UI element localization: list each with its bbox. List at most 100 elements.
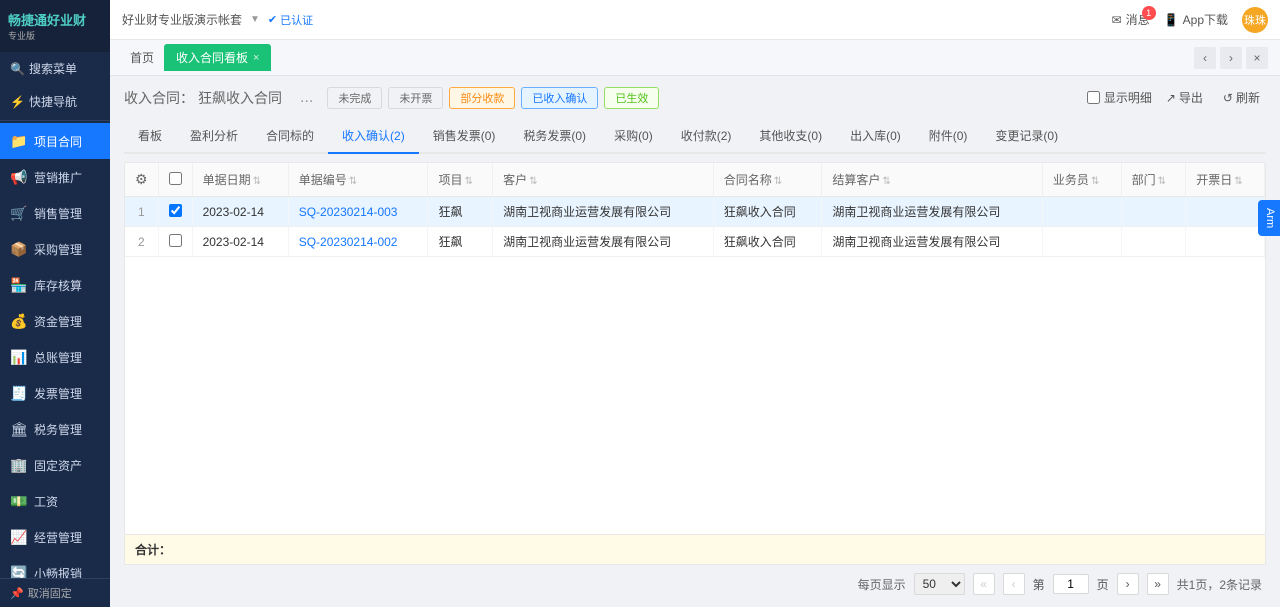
sub-tab-sales-invoice[interactable]: 销售发票(0) <box>419 119 510 154</box>
sub-tab-warehouse[interactable]: 出入库(0) <box>836 119 915 154</box>
user-avatar-action[interactable]: 珠珠 <box>1242 7 1268 33</box>
th-salesperson[interactable]: 业务员⇅ <box>1042 163 1121 197</box>
sub-tab-subject[interactable]: 合同标的 <box>252 119 328 154</box>
sidebar-bottom[interactable]: 📌 取消固定 <box>0 578 110 607</box>
status-tag-confirmed[interactable]: 已收入确认 <box>521 87 598 109</box>
sidebar-item-operations[interactable]: 📈 经营管理 <box>0 519 110 555</box>
th-checkbox[interactable] <box>158 163 192 197</box>
row-invoice-date <box>1186 197 1265 227</box>
row-dept <box>1121 227 1186 257</box>
tab-prev-btn[interactable]: ‹ <box>1194 47 1216 69</box>
th-invoice-date[interactable]: 开票日⇅ <box>1186 163 1265 197</box>
salary-icon: 💵 <box>10 492 28 510</box>
th-contract[interactable]: 合同名称⇅ <box>713 163 822 197</box>
sub-tab-payment[interactable]: 收付款(2) <box>667 119 746 154</box>
th-customer[interactable]: 客户⇅ <box>493 163 714 197</box>
row-order-no[interactable]: SQ-20230214-003 <box>288 197 428 227</box>
sort-sales-icon: ⇅ <box>1091 176 1099 187</box>
sub-tab-attachment[interactable]: 附件(0) <box>915 119 982 154</box>
status-tag-incomplete[interactable]: 未完成 <box>327 87 382 109</box>
per-page-select[interactable]: 50 100 200 <box>914 573 965 595</box>
sidebar-item-assets[interactable]: 🏢 固定资产 <box>0 447 110 483</box>
sub-tab-changes[interactable]: 变更记录(0) <box>981 119 1072 154</box>
sidebar-item-finance[interactable]: 💰 资金管理 <box>0 303 110 339</box>
row-num: 1 <box>125 197 158 227</box>
sub-tab-purchase[interactable]: 采购(0) <box>600 119 667 154</box>
status-tag-uninvoiced[interactable]: 未开票 <box>388 87 443 109</box>
sidebar-item-ledger[interactable]: 📊 总账管理 <box>0 339 110 375</box>
th-settings[interactable]: ⚙ <box>125 163 158 197</box>
th-settle-customer[interactable]: 结算客户⇅ <box>822 163 1043 197</box>
tab-home[interactable]: 首页 <box>122 45 162 70</box>
sidebar-item-salary[interactable]: 💵 工资 <box>0 483 110 519</box>
next-page-btn[interactable]: › <box>1117 573 1139 595</box>
sidebar-search[interactable]: 🔍 搜索菜单 <box>0 52 110 85</box>
sidebar-item-label: 资金管理 <box>34 313 82 330</box>
table-row[interactable]: 1 2023-02-14 SQ-20230214-003 狂飙 湖南卫视商业运营… <box>125 197 1265 227</box>
sidebar-item-invoice[interactable]: 🧾 发票管理 <box>0 375 110 411</box>
th-dept[interactable]: 部门⇅ <box>1121 163 1186 197</box>
row-checkbox[interactable] <box>169 234 182 247</box>
th-order-no[interactable]: 单据编号⇅ <box>288 163 428 197</box>
table-row[interactable]: 2 2023-02-14 SQ-20230214-002 狂飙 湖南卫视商业运营… <box>125 227 1265 257</box>
sort-contract-icon: ⇅ <box>774 176 782 187</box>
last-page-btn[interactable]: » <box>1147 573 1169 595</box>
row-salesperson <box>1042 197 1121 227</box>
order-link[interactable]: SQ-20230214-003 <box>299 205 398 219</box>
sidebar-item-sales[interactable]: 🛒 销售管理 <box>0 195 110 231</box>
tab-next-btn[interactable]: › <box>1220 47 1242 69</box>
sidebar: 畅捷通好业财 专业版 🔍 搜索菜单 ⚡ 快捷导航 📁 项目合同 📢 营销推广 🛒… <box>0 0 110 607</box>
row-order-no[interactable]: SQ-20230214-002 <box>288 227 428 257</box>
sidebar-item-purchase[interactable]: 📦 采购管理 <box>0 231 110 267</box>
more-button[interactable]: ... <box>294 89 319 107</box>
row-checkbox-cell[interactable] <box>158 197 192 227</box>
tab-close-icon[interactable]: × <box>253 52 259 64</box>
sidebar-item-expense[interactable]: 🔄 小畅报销 <box>0 555 110 578</box>
show-detail-checkbox[interactable]: 显示明细 <box>1087 89 1152 106</box>
right-float-button[interactable]: Arm <box>1258 200 1280 236</box>
th-project[interactable]: 项目⇅ <box>428 163 493 197</box>
contract-name: 狂飙收入合同 <box>198 90 282 106</box>
row-checkbox[interactable] <box>169 204 182 217</box>
finance-icon: 💰 <box>10 312 28 330</box>
tab-active[interactable]: 收入合同看板 × <box>164 44 271 71</box>
company-dropdown-icon[interactable]: ▼ <box>250 14 260 25</box>
sidebar-item-marketing[interactable]: 📢 营销推广 <box>0 159 110 195</box>
row-checkbox-cell[interactable] <box>158 227 192 257</box>
tab-close-all-btn[interactable]: × <box>1246 47 1268 69</box>
prev-page-btn[interactable]: ‹ <box>1003 573 1025 595</box>
message-badge: 1 <box>1142 6 1156 20</box>
show-detail-input[interactable] <box>1087 91 1100 104</box>
sub-tab-profit[interactable]: 盈利分析 <box>176 119 252 154</box>
sub-tab-board[interactable]: 看板 <box>124 119 176 154</box>
sidebar-quick-nav[interactable]: ⚡ 快捷导航 <box>0 85 110 118</box>
order-link[interactable]: SQ-20230214-002 <box>299 235 398 249</box>
select-all-checkbox[interactable] <box>169 172 182 185</box>
sidebar-item-label: 库存核算 <box>34 277 82 294</box>
project-icon: 📁 <box>10 132 28 150</box>
sidebar-item-label: 总账管理 <box>34 349 82 366</box>
per-page-label: 每页显示 <box>858 576 906 593</box>
status-tag-effective[interactable]: 已生效 <box>604 87 659 109</box>
sidebar-item-inventory[interactable]: 🏪 库存核算 <box>0 267 110 303</box>
sidebar-item-tax[interactable]: 🏛 税务管理 <box>0 411 110 447</box>
status-tag-partial[interactable]: 部分收款 <box>449 87 515 109</box>
th-date[interactable]: 单据日期⇅ <box>192 163 288 197</box>
sidebar-item-project[interactable]: 📁 项目合同 <box>0 123 110 159</box>
sub-tab-revenue[interactable]: 收入确认(2) <box>328 119 419 154</box>
first-page-btn[interactable]: « <box>973 573 995 595</box>
refresh-button[interactable]: ↺ 刷新 <box>1217 86 1266 109</box>
sidebar-logo: 畅捷通好业财 专业版 <box>0 0 110 52</box>
message-action[interactable]: ✉ 消息 1 <box>1112 11 1150 28</box>
settings-icon[interactable]: ⚙ <box>135 171 148 187</box>
sub-tab-tax-invoice[interactable]: 税务发票(0) <box>509 119 600 154</box>
page-number-input[interactable] <box>1053 574 1089 594</box>
sidebar-quick-label: 快捷导航 <box>29 93 77 110</box>
sub-tab-other[interactable]: 其他收支(0) <box>745 119 836 154</box>
export-button[interactable]: ↗ 导出 <box>1160 86 1209 109</box>
app-download-action[interactable]: 📱 App下载 <box>1164 11 1228 28</box>
sidebar-item-label: 小畅报销 <box>34 565 82 579</box>
row-invoice-date <box>1186 227 1265 257</box>
tab-nav: ‹ › × <box>1194 47 1268 69</box>
message-icon: ✉ <box>1112 13 1122 27</box>
